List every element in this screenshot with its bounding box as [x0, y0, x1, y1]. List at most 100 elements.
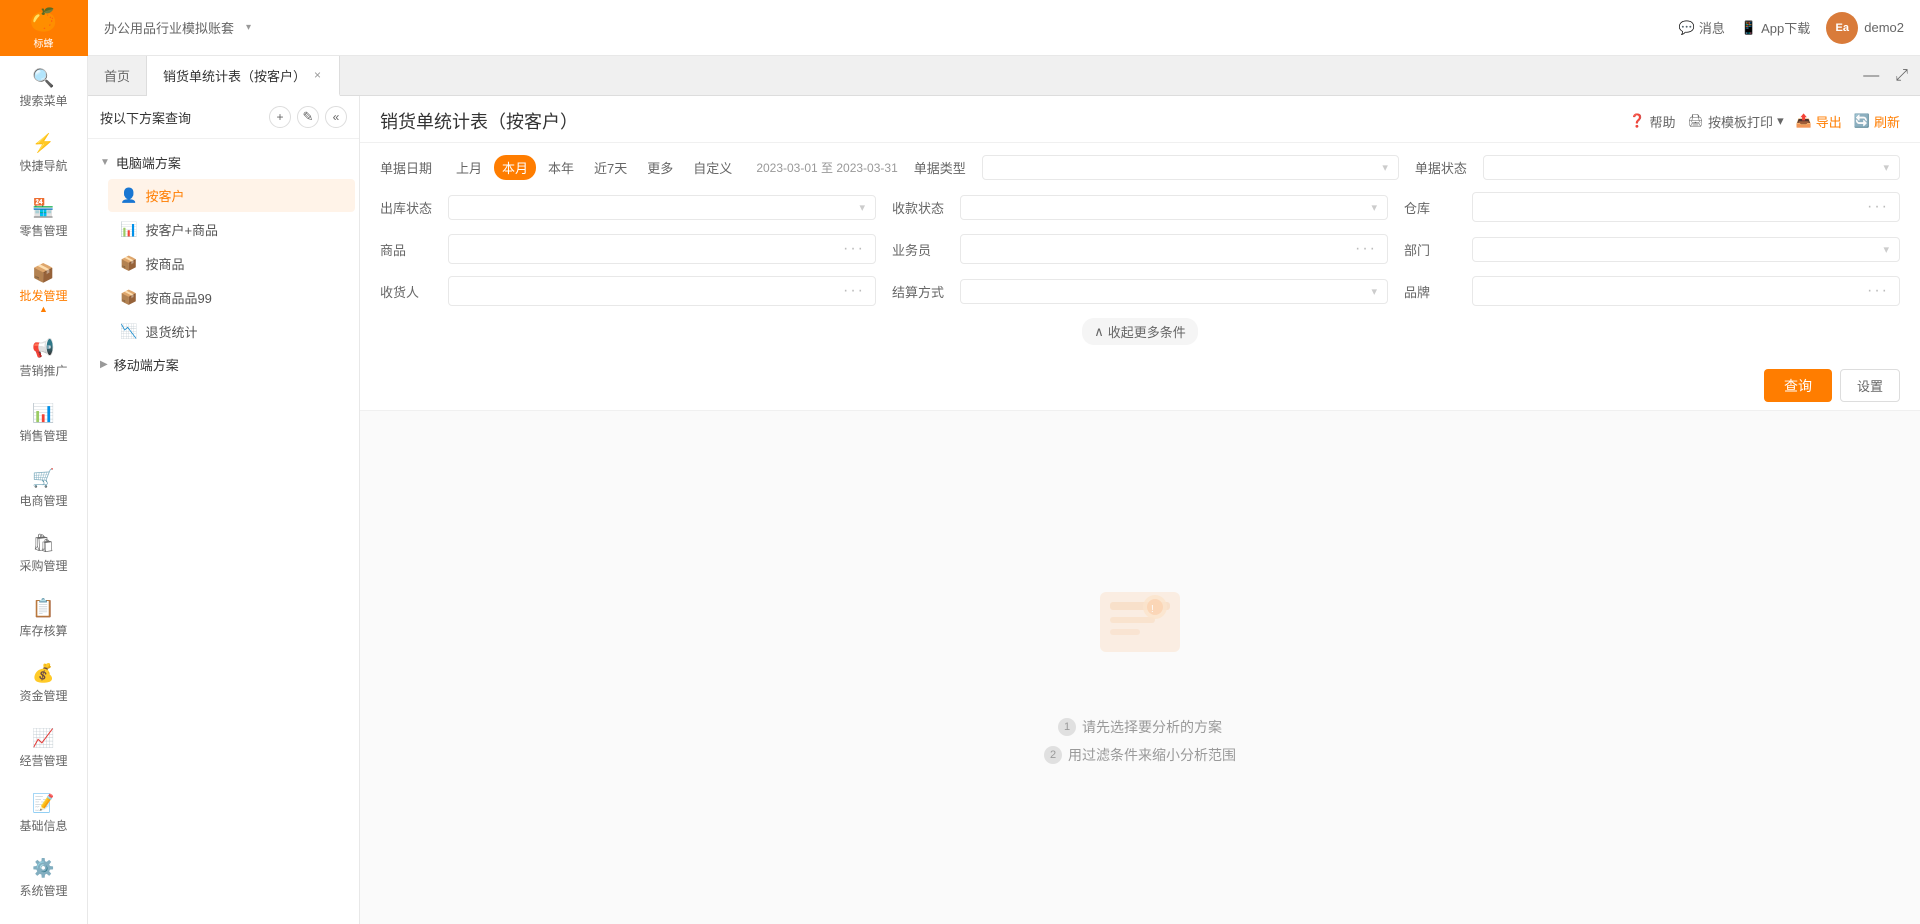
minimize-tab-icon[interactable]: — — [1859, 63, 1883, 89]
tree-group-desktop: ▼ 电脑端方案 👤 按客户 📊 按客户+商品 📦 — [88, 147, 359, 348]
date-btn-7days[interactable]: 近7天 — [586, 155, 635, 180]
doc-status-field[interactable]: ▾ — [1483, 155, 1900, 180]
brand-field[interactable]: ··· — [1472, 276, 1900, 306]
sidebar-item-inventory[interactable]: 📋 库存核算 — [0, 586, 87, 651]
scheme-add-btn[interactable]: + — [269, 106, 291, 128]
content: 按以下方案查询 + ✎ « ▼ 电脑端方案 👤 按客户 — [88, 96, 1920, 924]
customer-icon: 👤 — [120, 187, 137, 204]
tip-2-text: 用过滤条件来缩小分析范围 — [1068, 745, 1236, 765]
date-btn-custom[interactable]: 自定义 — [685, 155, 740, 180]
mobile-group-label: 移动端方案 — [114, 355, 179, 374]
refresh-btn[interactable]: 🔄 刷新 — [1854, 112, 1900, 131]
svg-text:!: ! — [1151, 604, 1154, 615]
scheme-item-by-customer[interactable]: 👤 按客户 — [108, 179, 355, 212]
sidebar-item-ecommerce[interactable]: 🛒 电商管理 — [0, 456, 87, 521]
export-icon: 📤 — [1796, 113, 1812, 129]
pay-status-field[interactable]: ▾ — [960, 195, 1388, 220]
tab-active[interactable]: 销货单统计表（按客户） × — [147, 56, 340, 96]
query-btn[interactable]: 查询 — [1764, 369, 1832, 402]
scheme-header: 按以下方案查询 + ✎ « — [88, 96, 359, 139]
date-btn-this-year[interactable]: 本年 — [540, 155, 582, 180]
date-filter-group: 单据日期 上月 本月 本年 近7天 更多 自定义 2023-03-01 至 20… — [380, 155, 898, 180]
scheme-actions: + ✎ « — [269, 106, 347, 128]
app-title-dropdown-icon[interactable]: ▾ — [246, 22, 251, 33]
scheme-title: 按以下方案查询 — [100, 108, 191, 127]
doc-status-dropdown-icon: ▾ — [1883, 161, 1889, 174]
scheme-item-return-stats[interactable]: 📉 退货统计 — [108, 315, 355, 348]
tip-2-num: 2 — [1044, 746, 1062, 764]
collapse-btn[interactable]: ∧ 收起更多条件 — [1082, 318, 1198, 345]
app-download-btn[interactable]: 📱 App下载 — [1741, 18, 1810, 37]
doc-type-filter: 单据类型 ▾ — [914, 155, 1399, 180]
warehouse-field[interactable]: ··· — [1472, 192, 1900, 222]
doc-type-label: 单据类型 — [914, 158, 974, 177]
sidebar-item-operations[interactable]: 📈 经营管理 — [0, 716, 87, 781]
return-stats-icon: 📉 — [120, 323, 137, 340]
consignee-filter: 收货人 ··· — [380, 276, 876, 306]
maximize-tab-icon[interactable]: ⤢ — [1891, 63, 1912, 89]
pay-status-label: 收款状态 — [892, 198, 952, 217]
ship-status-field[interactable]: ▾ — [448, 195, 876, 220]
sidebar-item-cooperation[interactable]: 🤝 企业协同 — [0, 911, 87, 924]
user-name: demo2 — [1864, 20, 1904, 35]
sidebar-item-search[interactable]: 🔍 搜索菜单 — [0, 56, 87, 121]
scheme-collapse-btn[interactable]: « — [325, 106, 347, 128]
inventory-icon: 📋 — [32, 598, 54, 619]
help-btn[interactable]: ❓ 帮助 — [1629, 112, 1675, 131]
date-btn-last-month[interactable]: 上月 — [448, 155, 490, 180]
top-bar-right: 💬 消息 📱 App下载 Ea demo2 — [1679, 12, 1904, 44]
sidebar-item-purchase[interactable]: 🛍 采购管理 — [0, 521, 87, 586]
date-btn-more[interactable]: 更多 — [639, 155, 681, 180]
scheme-item-by-product-99[interactable]: 📦 按商品品99 — [108, 281, 355, 314]
operations-icon: 📈 — [32, 728, 54, 749]
main-area: 办公用品行业模拟账套 ▾ 💬 消息 📱 App下载 Ea demo2 首页 销货… — [88, 0, 1920, 924]
consignee-label: 收货人 — [380, 282, 440, 301]
logo[interactable]: 🍊 标蜂 — [0, 0, 88, 56]
consignee-field[interactable]: ··· — [448, 276, 876, 306]
scheme-panel: 按以下方案查询 + ✎ « ▼ 电脑端方案 👤 按客户 — [88, 96, 360, 924]
product-icon: 📦 — [120, 255, 137, 272]
message-btn[interactable]: 💬 消息 — [1679, 18, 1725, 37]
tab-bar: 首页 销货单统计表（按客户） × — ⤢ — [88, 56, 1920, 96]
scheme-item-by-product[interactable]: 📦 按商品 — [108, 247, 355, 280]
sidebar-item-finance[interactable]: 💰 资金管理 — [0, 651, 87, 716]
export-btn[interactable]: 📤 导出 — [1796, 112, 1842, 131]
print-btn[interactable]: 🖨 按模板打印 ▾ — [1688, 112, 1784, 131]
user-profile[interactable]: Ea demo2 — [1826, 12, 1904, 44]
right-panel: 销货单统计表（按客户） ❓ 帮助 🖨 按模板打印 ▾ 📤 导出 — [360, 96, 1920, 924]
doc-type-field[interactable]: ▾ — [982, 155, 1399, 180]
tab-home[interactable]: 首页 — [88, 56, 147, 95]
tree-group-desktop-header[interactable]: ▼ 电脑端方案 — [88, 147, 359, 178]
sidebar-item-basic[interactable]: 📝 基础信息 — [0, 781, 87, 846]
tab-close-icon[interactable]: × — [312, 66, 323, 84]
warehouse-dots: ··· — [1867, 198, 1889, 216]
print-dropdown-icon: ▾ — [1777, 113, 1784, 129]
tip-1-text: 请先选择要分析的方案 — [1082, 717, 1222, 737]
sidebar-item-wholesale[interactable]: 📦 批发管理 ▲ — [0, 251, 87, 326]
salesperson-filter: 业务员 ··· — [892, 234, 1388, 264]
date-btn-this-month[interactable]: 本月 — [494, 155, 536, 180]
page-title: 销货单统计表（按客户） — [380, 108, 578, 134]
top-bar: 办公用品行业模拟账套 ▾ 💬 消息 📱 App下载 Ea demo2 — [88, 0, 1920, 56]
product-field[interactable]: ··· — [448, 234, 876, 264]
sidebar-item-retail[interactable]: 🏪 零售管理 — [0, 186, 87, 251]
sidebar-item-system[interactable]: ⚙️ 系统管理 — [0, 846, 87, 911]
tree-group-mobile-header[interactable]: ▶ 移动端方案 — [88, 349, 359, 380]
product-dots: ··· — [843, 240, 865, 258]
setting-btn[interactable]: 设置 — [1840, 369, 1900, 402]
logo-icon: 🍊 — [30, 7, 57, 33]
marketing-icon: 📢 — [32, 338, 54, 359]
date-range-display: 2023-03-01 至 2023-03-31 — [756, 159, 897, 176]
scheme-item-by-customer-product[interactable]: 📊 按客户+商品 — [108, 213, 355, 246]
scheme-edit-btn[interactable]: ✎ — [297, 106, 319, 128]
salesperson-field[interactable]: ··· — [960, 234, 1388, 264]
collapse-row: ∧ 收起更多条件 — [380, 314, 1900, 349]
settlement-dropdown-icon: ▾ — [1371, 285, 1377, 298]
sidebar-item-marketing[interactable]: 📢 营销推广 — [0, 326, 87, 391]
department-field[interactable]: ▾ — [1472, 237, 1900, 262]
settlement-field[interactable]: ▾ — [960, 279, 1388, 304]
product-99-icon: 📦 — [120, 289, 137, 306]
salesperson-dots: ··· — [1355, 240, 1377, 258]
sidebar-item-quick-nav[interactable]: ⚡ 快捷导航 — [0, 121, 87, 186]
sidebar-item-sales[interactable]: 📊 销售管理 — [0, 391, 87, 456]
